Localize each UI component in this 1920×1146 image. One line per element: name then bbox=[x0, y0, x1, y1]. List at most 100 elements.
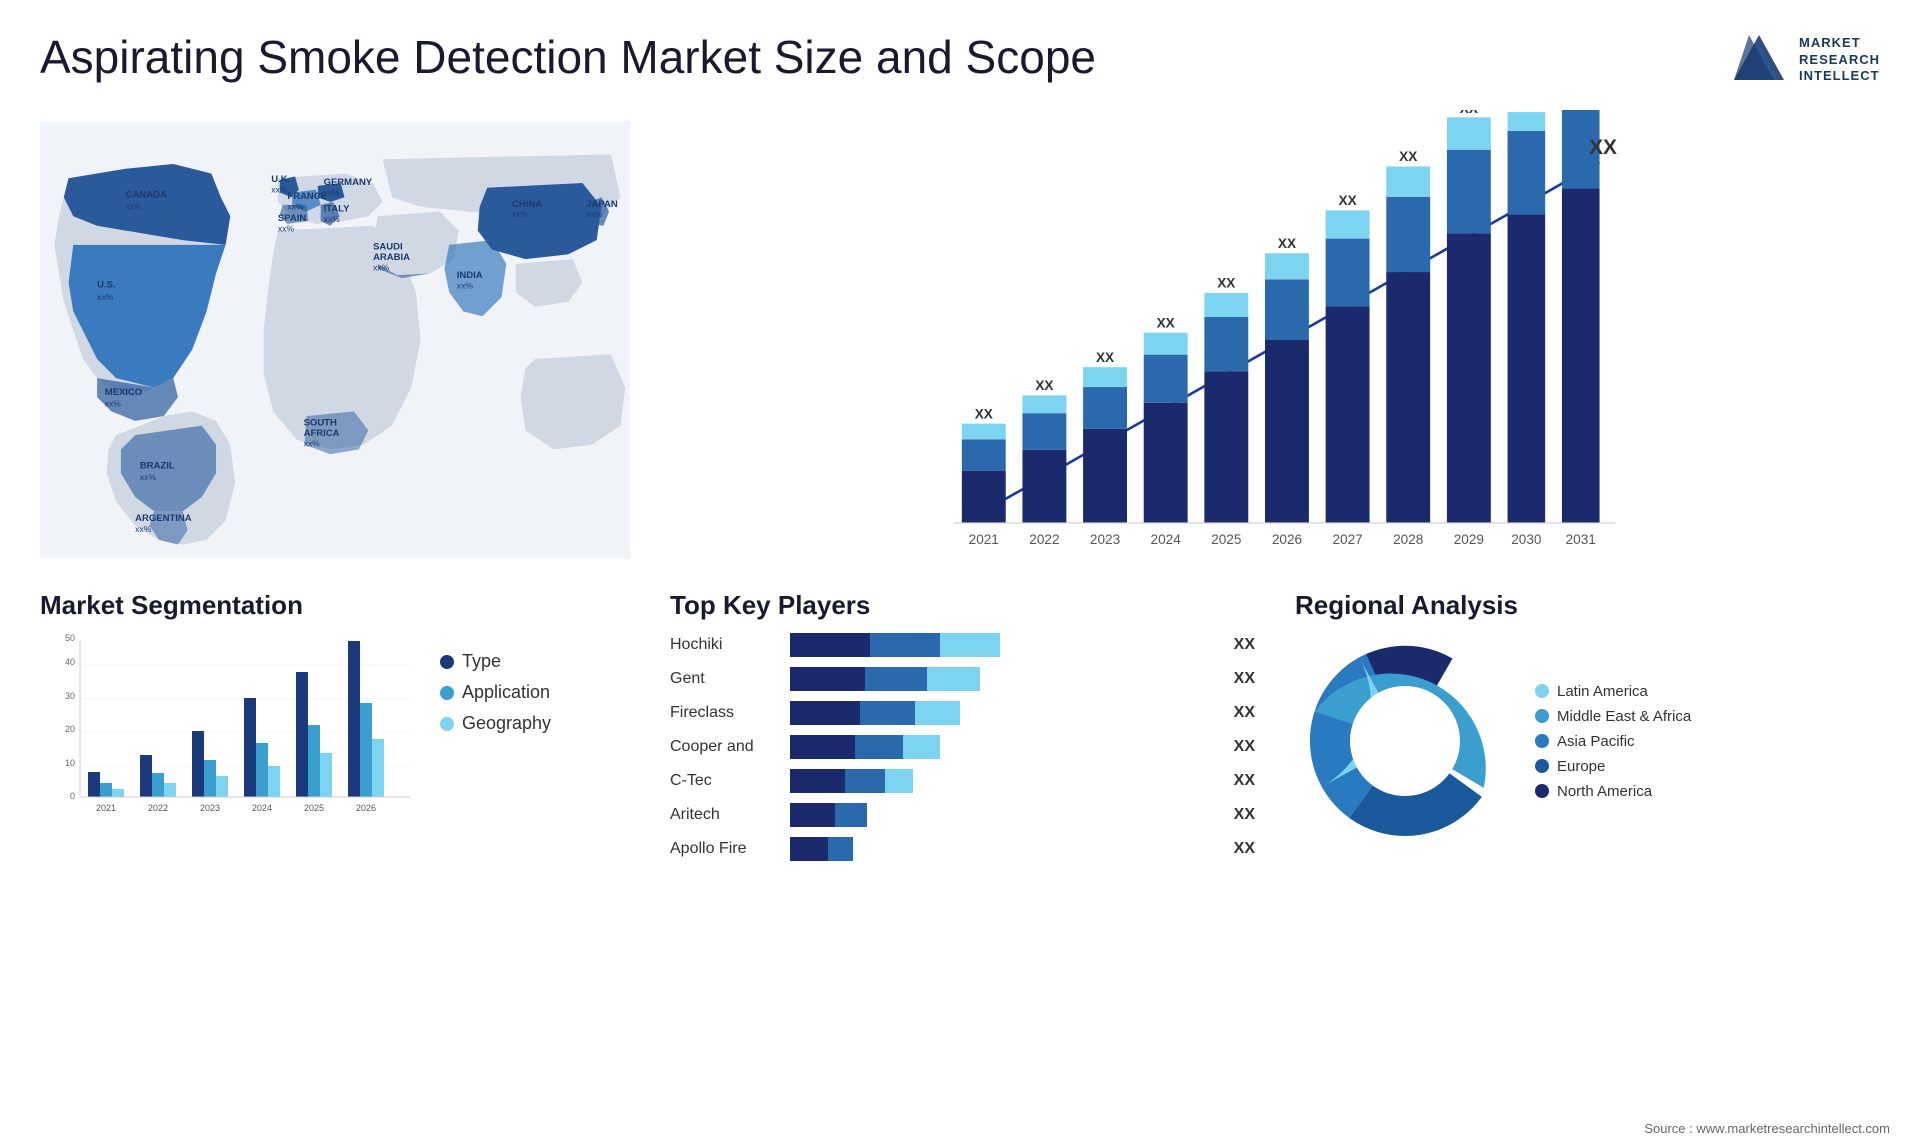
page-title: Aspirating Smoke Detection Market Size a… bbox=[40, 30, 1096, 84]
map-label-spain: SPAIN bbox=[278, 213, 306, 224]
player-bar-wrap-apollo bbox=[790, 835, 1220, 863]
player-xx-aritech: XX bbox=[1234, 806, 1255, 824]
key-players-section: Top Key Players Hochiki XX bbox=[650, 580, 1275, 1126]
main-content: CANADA xx% U.S. xx% MEXICO xx% BRAZIL xx… bbox=[0, 100, 1920, 1126]
svg-text:2025: 2025 bbox=[304, 803, 324, 813]
reg-label-north-america: North America bbox=[1557, 783, 1652, 800]
map-sublabel-argentina: xx% bbox=[135, 524, 152, 534]
player-name-cooper: Cooper and bbox=[670, 738, 780, 756]
reg-label-asia: Asia Pacific bbox=[1557, 733, 1635, 750]
svg-text:2021: 2021 bbox=[96, 803, 116, 813]
svg-text:XX: XX bbox=[1460, 110, 1478, 116]
player-xx-cooper: XX bbox=[1234, 738, 1255, 756]
svg-text:0: 0 bbox=[70, 791, 75, 801]
svg-text:XX: XX bbox=[1278, 236, 1296, 251]
player-row-cooper: Cooper and XX bbox=[670, 733, 1255, 761]
legend-dot-geography bbox=[440, 717, 454, 731]
segmentation-title: Market Segmentation bbox=[40, 590, 630, 621]
segmentation-legend: Type Application Geography bbox=[440, 631, 551, 734]
map-label-southafrica2: AFRICA bbox=[304, 428, 340, 439]
player-row-aritech: Aritech XX bbox=[670, 801, 1255, 829]
player-name-ctec: C-Tec bbox=[670, 772, 780, 790]
reg-legend-mea: Middle East & Africa bbox=[1535, 708, 1691, 725]
svg-text:XX: XX bbox=[1399, 149, 1417, 164]
svg-text:XX: XX bbox=[1096, 350, 1114, 365]
player-name-apollo: Apollo Fire bbox=[670, 840, 780, 858]
svg-text:XX: XX bbox=[1035, 378, 1053, 393]
bottom-center: Top Key Players Hochiki XX bbox=[650, 580, 1900, 1126]
map-label-saudi: SAUDI bbox=[373, 242, 403, 253]
player-name-hochiki: Hochiki bbox=[670, 636, 780, 654]
map-sublabel-canada: xx% bbox=[126, 202, 143, 212]
regional-legend: Latin America Middle East & Africa Asia … bbox=[1535, 683, 1691, 800]
svg-text:2024: 2024 bbox=[252, 803, 272, 813]
map-sublabel-mexico: xx% bbox=[105, 399, 122, 409]
player-row-apollo: Apollo Fire XX bbox=[670, 835, 1255, 863]
svg-text:XX: XX bbox=[1339, 193, 1357, 208]
player-row-gent: Gent XX bbox=[670, 665, 1255, 693]
player-row-fireclass: Fireclass XX bbox=[670, 699, 1255, 727]
reg-dot-asia bbox=[1535, 734, 1549, 748]
legend-label-application: Application bbox=[462, 682, 550, 703]
player-xx-gent: XX bbox=[1234, 670, 1255, 688]
map-label-uk: U.K. bbox=[271, 174, 290, 185]
regional-title: Regional Analysis bbox=[1295, 590, 1880, 621]
player-xx-hochiki: XX bbox=[1234, 636, 1255, 654]
source-text: Source : www.marketresearchintellect.com bbox=[1644, 1121, 1890, 1136]
regional-analysis-section: Regional Analysis bbox=[1275, 580, 1900, 1126]
world-map-svg: CANADA xx% U.S. xx% MEXICO xx% BRAZIL xx… bbox=[40, 110, 630, 570]
growth-chart-svg: XX 2021 XX 2022 XX 2023 XX 2024 XX bbox=[670, 110, 1860, 570]
svg-text:2022: 2022 bbox=[148, 803, 168, 813]
map-sublabel-france: xx% bbox=[287, 202, 304, 212]
map-label-saudi2: ARABIA bbox=[373, 252, 410, 263]
reg-dot-mea bbox=[1535, 709, 1549, 723]
legend-item-type: Type bbox=[440, 651, 551, 672]
map-section: CANADA xx% U.S. xx% MEXICO xx% BRAZIL xx… bbox=[20, 100, 650, 580]
svg-text:XX: XX bbox=[1217, 276, 1235, 291]
reg-label-mea: Middle East & Africa bbox=[1557, 708, 1691, 725]
map-label-canada: CANADA bbox=[126, 189, 167, 200]
segmentation-chart-area: 0 10 20 30 40 50 2021 202 bbox=[40, 631, 630, 831]
svg-text:50: 50 bbox=[65, 633, 75, 643]
svg-text:XX: XX bbox=[1589, 136, 1617, 159]
players-list: Hochiki XX Gent bbox=[670, 631, 1255, 863]
svg-text:20: 20 bbox=[65, 724, 75, 734]
map-sublabel-uk: xx% bbox=[271, 185, 288, 195]
legend-dot-application bbox=[440, 686, 454, 700]
player-row-ctec: C-Tec XX bbox=[670, 767, 1255, 795]
player-bar-wrap-ctec bbox=[790, 767, 1220, 795]
svg-text:2026: 2026 bbox=[1272, 532, 1302, 547]
player-name-aritech: Aritech bbox=[670, 806, 780, 824]
map-label-italy: ITALY bbox=[324, 204, 351, 215]
player-bar-wrap-fireclass bbox=[790, 699, 1220, 727]
reg-dot-europe bbox=[1535, 759, 1549, 773]
legend-dot-type bbox=[440, 655, 454, 669]
map-label-japan: JAPAN bbox=[586, 199, 618, 210]
svg-text:2029: 2029 bbox=[1454, 532, 1484, 547]
player-bar-wrap-hochiki bbox=[790, 631, 1220, 659]
reg-legend-latin-america: Latin America bbox=[1535, 683, 1691, 700]
player-row-hochiki: Hochiki XX bbox=[670, 631, 1255, 659]
svg-text:2023: 2023 bbox=[200, 803, 220, 813]
key-players-title: Top Key Players bbox=[670, 590, 1255, 621]
player-bar-wrap-gent bbox=[790, 665, 1220, 693]
map-label-mexico: MEXICO bbox=[105, 387, 142, 398]
map-label-china: CHINA bbox=[512, 199, 542, 210]
map-sublabel-spain: xx% bbox=[278, 224, 295, 234]
map-sublabel-southafrica: xx% bbox=[304, 439, 321, 449]
player-name-fireclass: Fireclass bbox=[670, 704, 780, 722]
player-xx-fireclass: XX bbox=[1234, 704, 1255, 722]
map-label-southafrica: SOUTH bbox=[304, 418, 337, 429]
svg-text:2023: 2023 bbox=[1090, 532, 1120, 547]
map-sublabel-us: xx% bbox=[97, 292, 114, 302]
svg-text:2021: 2021 bbox=[969, 532, 999, 547]
player-bar-wrap-aritech bbox=[790, 801, 1220, 829]
map-sublabel-italy: xx% bbox=[324, 214, 341, 224]
reg-legend-europe: Europe bbox=[1535, 758, 1691, 775]
map-label-france: FRANCE bbox=[287, 191, 327, 202]
svg-text:2025: 2025 bbox=[1211, 532, 1241, 547]
map-label-us: U.S. bbox=[97, 280, 115, 291]
reg-legend-north-america: North America bbox=[1535, 783, 1691, 800]
map-sublabel-china: xx% bbox=[512, 209, 529, 219]
svg-text:2024: 2024 bbox=[1151, 532, 1182, 547]
